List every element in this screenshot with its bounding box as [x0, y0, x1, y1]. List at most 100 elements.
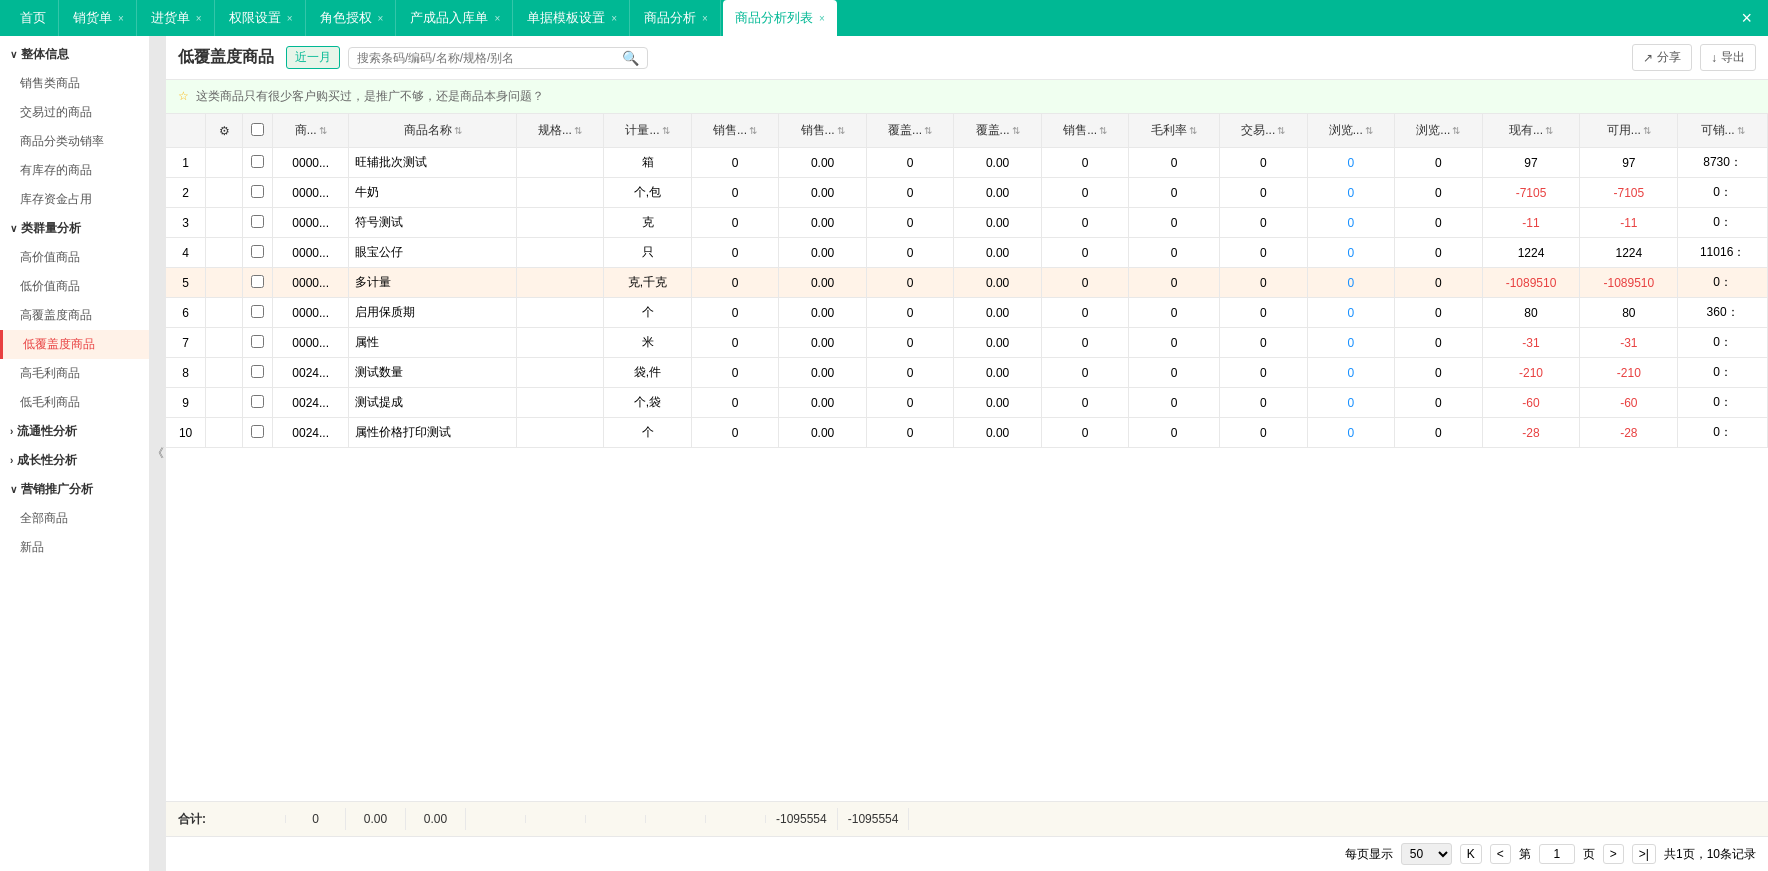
time-filter-button[interactable]: 近一月	[286, 46, 340, 69]
row-checkbox-cell[interactable]	[243, 268, 273, 298]
share-button[interactable]: ↗ 分享	[1632, 44, 1692, 71]
search-input[interactable]	[357, 51, 622, 65]
page-size-select[interactable]: 50 20 100 200	[1401, 843, 1452, 865]
sidebar-section-marketing[interactable]: ∨ 营销推广分析	[0, 475, 149, 504]
first-page-button[interactable]: K	[1460, 844, 1482, 864]
col-stock1[interactable]: 现有...⇅	[1482, 114, 1580, 148]
close-finished-icon[interactable]: ×	[494, 13, 500, 24]
col-trade[interactable]: 交易...⇅	[1220, 114, 1308, 148]
row-checkbox[interactable]	[251, 365, 264, 378]
sidebar-section-cluster[interactable]: ∨ 类群量分析	[0, 214, 149, 243]
row-checkbox-cell[interactable]	[243, 238, 273, 268]
nav-goods-analysis-list[interactable]: 商品分析列表 ×	[723, 0, 837, 36]
col-cover2[interactable]: 覆盖...⇅	[954, 114, 1042, 148]
col-sales3[interactable]: 销售...⇅	[1041, 114, 1129, 148]
nav-roles[interactable]: 角色授权 ×	[308, 0, 397, 36]
row-browse1[interactable]: 0	[1307, 148, 1395, 178]
sidebar-item-low-margin[interactable]: 低毛利商品	[0, 388, 149, 417]
sidebar-section-liquidity[interactable]: › 流通性分析	[0, 417, 149, 446]
col-checkbox[interactable]	[243, 114, 273, 148]
sidebar-item-high-coverage[interactable]: 高覆盖度商品	[0, 301, 149, 330]
col-code[interactable]: 商...⇅	[273, 114, 349, 148]
window-close-button[interactable]: ×	[1733, 8, 1760, 29]
col-stock2[interactable]: 可用...⇅	[1580, 114, 1678, 148]
row-browse1[interactable]: 0	[1307, 328, 1395, 358]
col-name[interactable]: 商品名称⇅	[349, 114, 516, 148]
sidebar-item-high-margin[interactable]: 高毛利商品	[0, 359, 149, 388]
row-checkbox-cell[interactable]	[243, 388, 273, 418]
sidebar-item-low-value[interactable]: 低价值商品	[0, 272, 149, 301]
sidebar-item-traded-goods[interactable]: 交易过的商品	[0, 98, 149, 127]
row-browse1[interactable]: 0	[1307, 418, 1395, 448]
row-browse1[interactable]: 0	[1307, 388, 1395, 418]
close-roles-icon[interactable]: ×	[378, 13, 384, 24]
row-checkbox-cell[interactable]	[243, 208, 273, 238]
sidebar-item-in-stock[interactable]: 有库存的商品	[0, 156, 149, 185]
row-checkbox[interactable]	[251, 275, 264, 288]
row-checkbox-cell[interactable]	[243, 148, 273, 178]
close-purchase-icon[interactable]: ×	[196, 13, 202, 24]
col-margin[interactable]: 毛利率⇅	[1129, 114, 1220, 148]
col-settings[interactable]: ⚙	[206, 114, 243, 148]
close-permissions-icon[interactable]: ×	[287, 13, 293, 24]
page-number-input[interactable]	[1539, 844, 1575, 864]
row-browse1[interactable]: 0	[1307, 358, 1395, 388]
sidebar-item-stock-capital[interactable]: 库存资金占用	[0, 185, 149, 214]
sidebar-item-new-goods[interactable]: 新品	[0, 533, 149, 562]
row-checkbox-cell[interactable]	[243, 328, 273, 358]
row-checkbox[interactable]	[251, 245, 264, 258]
sidebar-item-low-coverage[interactable]: 低覆盖度商品	[0, 330, 149, 359]
sidebar-item-category-rate[interactable]: 商品分类动销率	[0, 127, 149, 156]
col-sales2[interactable]: 销售...⇅	[779, 114, 867, 148]
sidebar-toggle-button[interactable]: 《	[150, 36, 166, 871]
nav-sales[interactable]: 销货单 ×	[61, 0, 137, 36]
close-template-icon[interactable]: ×	[611, 13, 617, 24]
export-button[interactable]: ↓ 导出	[1700, 44, 1756, 71]
row-checkbox[interactable]	[251, 155, 264, 168]
sidebar-section-growth[interactable]: › 成长性分析	[0, 446, 149, 475]
col-unit[interactable]: 计量...⇅	[604, 114, 692, 148]
table-container[interactable]: ⚙ 商...⇅ 商品名称⇅ 规格...⇅ 计量...⇅ 销售...⇅ 销售...…	[166, 114, 1768, 801]
row-browse1[interactable]: 0	[1307, 298, 1395, 328]
table-row: 4 0000... 眼宝公仔 只 0 0.00 0 0.00 0 0 0 0 0…	[166, 238, 1768, 268]
row-checkbox[interactable]	[251, 305, 264, 318]
nav-purchase[interactable]: 进货单 ×	[139, 0, 215, 36]
close-goods-analysis-icon[interactable]: ×	[702, 13, 708, 24]
row-checkbox[interactable]	[251, 185, 264, 198]
sidebar-item-all-goods[interactable]: 全部商品	[0, 504, 149, 533]
row-checkbox-cell[interactable]	[243, 298, 273, 328]
row-browse1[interactable]: 0	[1307, 238, 1395, 268]
col-saleable[interactable]: 可销...⇅	[1678, 114, 1768, 148]
row-checkbox[interactable]	[251, 335, 264, 348]
row-checkbox-cell[interactable]	[243, 358, 273, 388]
row-checkbox[interactable]	[251, 425, 264, 438]
row-browse1[interactable]: 0	[1307, 178, 1395, 208]
row-checkbox[interactable]	[251, 215, 264, 228]
nav-goods-analysis[interactable]: 商品分析 ×	[632, 0, 721, 36]
sidebar: ∨ 整体信息 销售类商品 交易过的商品 商品分类动销率 有库存的商品 库存资金占…	[0, 36, 150, 871]
sidebar-item-high-value[interactable]: 高价值商品	[0, 243, 149, 272]
row-browse1[interactable]: 0	[1307, 208, 1395, 238]
nav-permissions[interactable]: 权限设置 ×	[217, 0, 306, 36]
nav-template[interactable]: 单据模板设置 ×	[515, 0, 630, 36]
close-sales-icon[interactable]: ×	[118, 13, 124, 24]
row-checkbox-cell[interactable]	[243, 178, 273, 208]
col-spec[interactable]: 规格...⇅	[516, 114, 604, 148]
col-sales1[interactable]: 销售...⇅	[691, 114, 779, 148]
sidebar-item-sales-goods[interactable]: 销售类商品	[0, 69, 149, 98]
row-profit: 0	[1129, 148, 1220, 178]
select-all-checkbox[interactable]	[251, 123, 264, 136]
row-browse1[interactable]: 0	[1307, 268, 1395, 298]
close-goods-list-icon[interactable]: ×	[819, 13, 825, 24]
nav-home[interactable]: 首页	[8, 0, 59, 36]
col-browse1[interactable]: 浏览...⇅	[1307, 114, 1395, 148]
col-cover1[interactable]: 覆盖...⇅	[866, 114, 954, 148]
row-checkbox-cell[interactable]	[243, 418, 273, 448]
nav-finished-goods[interactable]: 产成品入库单 ×	[398, 0, 513, 36]
next-page-button[interactable]: >	[1603, 844, 1624, 864]
row-checkbox[interactable]	[251, 395, 264, 408]
col-browse2[interactable]: 浏览...⇅	[1395, 114, 1483, 148]
last-page-button[interactable]: >|	[1632, 844, 1656, 864]
sidebar-section-overall[interactable]: ∨ 整体信息	[0, 40, 149, 69]
prev-page-button[interactable]: <	[1490, 844, 1511, 864]
